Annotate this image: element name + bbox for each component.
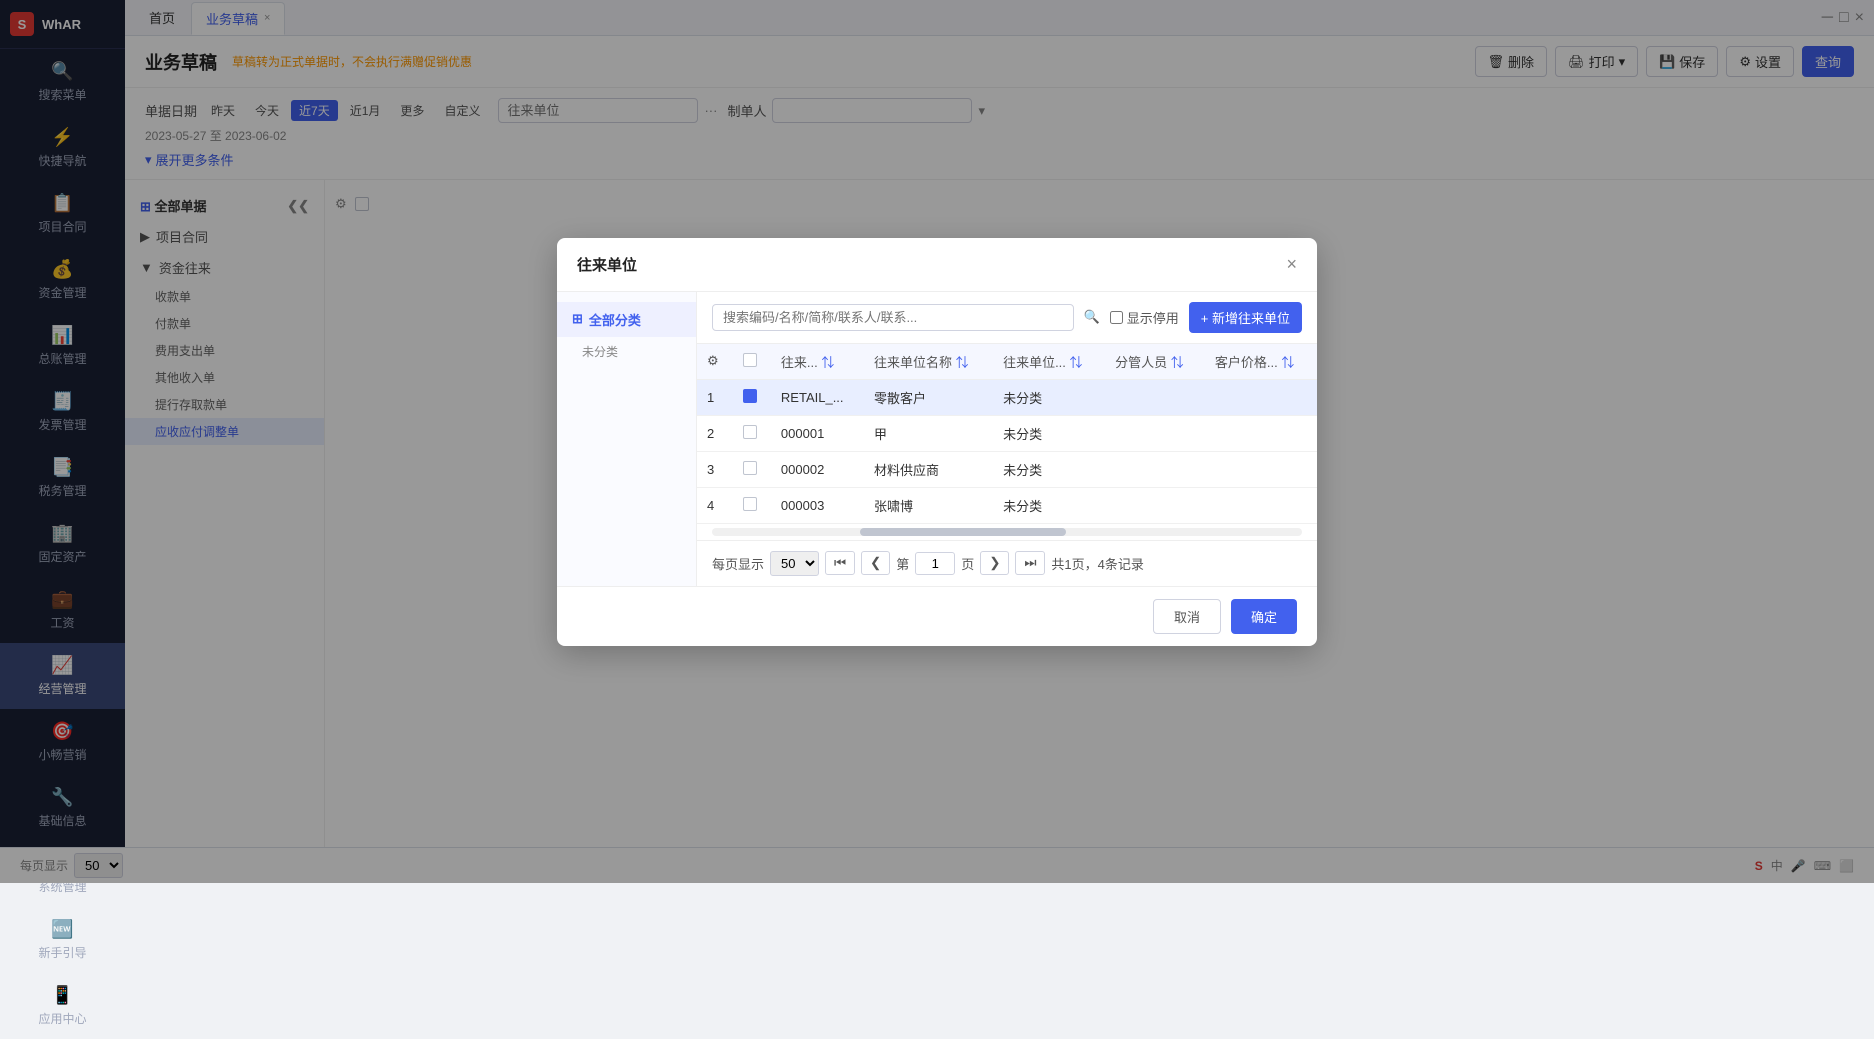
grid-icon: ⊞	[572, 311, 583, 327]
confirm-button[interactable]: 确定	[1231, 599, 1297, 634]
col-name-header: 往来单位名称 ⇅	[864, 344, 993, 380]
modal-close-button[interactable]: ×	[1286, 254, 1297, 275]
modal-overlay: 往来单位 × ⊞ 全部分类 未分类 🔍	[0, 0, 1874, 883]
modal-sidebar-unclassified[interactable]: 未分类	[557, 337, 696, 366]
row-3-num: 3	[697, 451, 733, 487]
modal-sidebar: ⊞ 全部分类 未分类	[557, 292, 697, 586]
current-page-input[interactable]	[915, 552, 955, 575]
row-3-category: 未分类	[993, 451, 1105, 487]
last-page-button[interactable]: ⏭	[1015, 551, 1045, 575]
next-page-button[interactable]: ❯	[980, 551, 1009, 575]
row-1-price	[1205, 379, 1317, 415]
row-1-code: RETAIL_...	[771, 379, 864, 415]
row-1-num: 1	[697, 379, 733, 415]
sidebar-item-guide[interactable]: 🆕 新手引导	[0, 907, 125, 973]
modal-header: 往来单位 ×	[557, 238, 1317, 292]
row-1-category: 未分类	[993, 379, 1105, 415]
first-page-button[interactable]: ⏮	[825, 551, 855, 575]
row-4-category: 未分类	[993, 487, 1105, 523]
row-2-category: 未分类	[993, 415, 1105, 451]
modal-scrollbar[interactable]	[712, 528, 1302, 536]
row-2-checkbox[interactable]	[733, 415, 771, 451]
row-3-manager	[1105, 451, 1205, 487]
page-label-end: 页	[961, 554, 974, 573]
show-disabled-label[interactable]: 显示停用	[1110, 308, 1179, 327]
row-2-price	[1205, 415, 1317, 451]
per-page-label: 每页显示	[712, 554, 764, 573]
table-row[interactable]: 1 RETAIL_... 零散客户 未分类	[697, 379, 1317, 415]
row-4-manager	[1105, 487, 1205, 523]
modal-select-all[interactable]	[743, 353, 757, 367]
row-1-checkbox[interactable]	[733, 379, 771, 415]
modal-search-bar: 🔍 显示停用 + 新增往来单位	[697, 292, 1317, 344]
row-checkbox[interactable]	[743, 425, 757, 439]
modal-title: 往来单位	[577, 254, 637, 275]
col-price-header: 客户价格... ⇅	[1205, 344, 1317, 380]
sort-name-icon[interactable]: ⇅	[956, 355, 969, 370]
row-4-name: 张啸博	[864, 487, 993, 523]
sort-code-icon[interactable]: ⇅	[821, 355, 834, 370]
sidebar-item-appstore[interactable]: 📱 应用中心	[0, 973, 125, 1039]
row-checkbox[interactable]	[743, 497, 757, 511]
modal-sidebar-all[interactable]: ⊞ 全部分类	[557, 302, 696, 337]
col-manager-header: 分管人员 ⇅	[1105, 344, 1205, 380]
col-code-header: 往来... ⇅	[771, 344, 864, 380]
row-2-code: 000001	[771, 415, 864, 451]
page-label: 第	[896, 554, 909, 573]
col-settings-header[interactable]: ⚙	[697, 344, 733, 380]
prev-page-button[interactable]: ❮	[861, 551, 890, 575]
row-3-code: 000002	[771, 451, 864, 487]
show-disabled-checkbox[interactable]	[1110, 311, 1123, 324]
sidebar-item-label: 应用中心	[38, 1010, 86, 1027]
row-2-num: 2	[697, 415, 733, 451]
row-3-checkbox[interactable]	[733, 451, 771, 487]
modal-table: ⚙ 往来... ⇅ 往来单位名称 ⇅	[697, 344, 1317, 524]
row-2-name: 甲	[864, 415, 993, 451]
row-1-manager	[1105, 379, 1205, 415]
appstore-icon: 📱	[51, 985, 73, 1006]
add-partner-button[interactable]: + 新增往来单位	[1189, 302, 1302, 333]
row-3-name: 材料供应商	[864, 451, 993, 487]
total-label: 共1页，4条记录	[1051, 554, 1143, 573]
modal-search-input[interactable]	[712, 304, 1074, 331]
sort-price-icon[interactable]: ⇅	[1281, 355, 1294, 370]
row-4-num: 4	[697, 487, 733, 523]
partner-modal: 往来单位 × ⊞ 全部分类 未分类 🔍	[557, 238, 1317, 646]
col-category-header: 往来单位... ⇅	[993, 344, 1105, 380]
modal-scrollbar-thumb	[860, 528, 1067, 536]
row-4-checkbox[interactable]	[733, 487, 771, 523]
row-checkbox[interactable]	[743, 461, 757, 475]
table-row[interactable]: 3 000002 材料供应商 未分类	[697, 451, 1317, 487]
row-4-code: 000003	[771, 487, 864, 523]
modal-content: 🔍 显示停用 + 新增往来单位 ⚙	[697, 292, 1317, 586]
sort-manager-icon[interactable]: ⇅	[1171, 355, 1184, 370]
search-icon: 🔍	[1084, 309, 1100, 325]
row-2-manager	[1105, 415, 1205, 451]
modal-footer: 取消 确定	[557, 586, 1317, 646]
modal-body: ⊞ 全部分类 未分类 🔍 显示停用 + 新增往来	[557, 292, 1317, 586]
col-checkbox-header[interactable]	[733, 344, 771, 380]
modal-per-page-select[interactable]: 50	[770, 551, 819, 576]
table-row[interactable]: 4 000003 张啸博 未分类	[697, 487, 1317, 523]
row-4-price	[1205, 487, 1317, 523]
sidebar-item-label: 新手引导	[38, 944, 86, 961]
guide-icon: 🆕	[51, 919, 73, 940]
modal-pagination: 每页显示 50 ⏮ ❮ 第 页 ❯ ⏭ 共1页，4条记录	[697, 540, 1317, 586]
sort-category-icon[interactable]: ⇅	[1070, 355, 1083, 370]
row-3-price	[1205, 451, 1317, 487]
table-row[interactable]: 2 000001 甲 未分类	[697, 415, 1317, 451]
row-checkbox[interactable]	[743, 389, 757, 403]
cancel-button[interactable]: 取消	[1153, 599, 1221, 634]
row-1-name: 零散客户	[864, 379, 993, 415]
